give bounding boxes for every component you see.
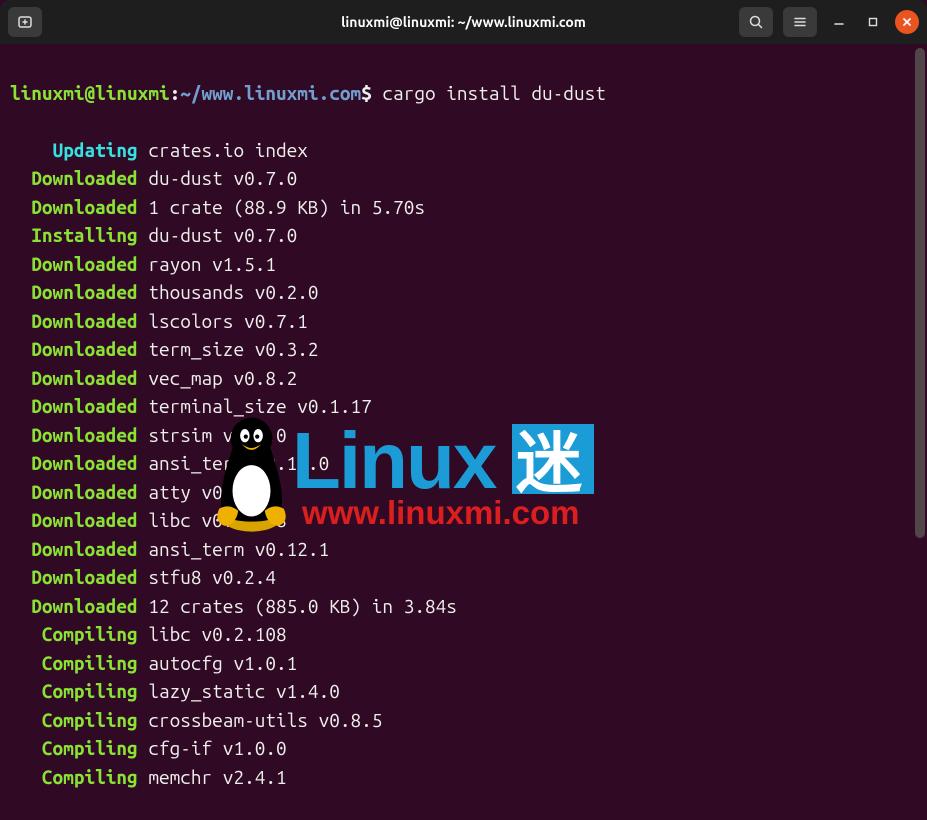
output-line: Compiling memchr v2.4.1	[10, 763, 917, 792]
search-button[interactable]	[739, 7, 773, 37]
status-message: lscolors v0.7.1	[148, 310, 308, 332]
close-icon	[901, 16, 913, 28]
menu-button[interactable]	[783, 7, 817, 37]
close-button[interactable]	[895, 10, 919, 34]
output-line: Downloaded 12 crates (885.0 KB) in 3.84s	[10, 592, 917, 621]
status-message: rayon v1.5.1	[148, 253, 276, 275]
status-word: Downloaded	[31, 452, 137, 474]
status-word: Updating	[53, 139, 138, 161]
status-word: Downloaded	[31, 196, 137, 218]
status-message: term_size v0.3.2	[148, 338, 318, 360]
maximize-button[interactable]	[861, 10, 885, 34]
output-line: Compiling libc v0.2.108	[10, 620, 917, 649]
status-message: du-dust v0.7.0	[148, 224, 297, 246]
status-message: cfg-if v1.0.0	[148, 737, 286, 759]
output-line: Downloaded vec_map v0.8.2	[10, 364, 917, 393]
status-message: libc v0.2.108	[148, 509, 286, 531]
prompt-line: linuxmi@linuxmi:~/www.linuxmi.com$ cargo…	[10, 79, 917, 108]
terminal-body[interactable]: linuxmi@linuxmi:~/www.linuxmi.com$ cargo…	[0, 44, 927, 820]
status-word: Downloaded	[31, 395, 137, 417]
titlebar-right	[739, 7, 919, 37]
status-word: Downloaded	[31, 338, 137, 360]
status-word: Downloaded	[31, 253, 137, 275]
window-title: linuxmi@linuxmi: ~/www.linuxmi.com	[341, 14, 586, 30]
status-message: du-dust v0.7.0	[148, 167, 297, 189]
status-message: libc v0.2.108	[148, 623, 286, 645]
status-word: Downloaded	[31, 566, 137, 588]
output-line: Downloaded ansi_term v0.11.0	[10, 449, 917, 478]
status-word: Downloaded	[31, 595, 137, 617]
output-line: Downloaded terminal_size v0.1.17	[10, 392, 917, 421]
output-line: Compiling crossbeam-utils v0.8.5	[10, 706, 917, 735]
status-message: 1 crate (88.9 KB) in 5.70s	[148, 196, 425, 218]
prompt-user: linuxmi@linuxmi	[10, 82, 170, 104]
status-word: Compiling	[42, 623, 138, 645]
titlebar: linuxmi@linuxmi: ~/www.linuxmi.com	[0, 0, 927, 44]
status-word: Downloaded	[31, 538, 137, 560]
output-line: Downloaded ansi_term v0.12.1	[10, 535, 917, 564]
output-line: Downloaded libc v0.2.108	[10, 506, 917, 535]
status-word: Downloaded	[31, 424, 137, 446]
status-word: Downloaded	[31, 310, 137, 332]
status-word: Downloaded	[31, 281, 137, 303]
status-word: Downloaded	[31, 481, 137, 503]
output-line: Downloaded du-dust v0.7.0	[10, 164, 917, 193]
status-message: ansi_term v0.11.0	[148, 452, 329, 474]
output-line: Downloaded thousands v0.2.0	[10, 278, 917, 307]
status-message: crates.io index	[148, 139, 308, 161]
output-line: Downloaded 1 crate (88.9 KB) in 5.70s	[10, 193, 917, 222]
status-message: terminal_size v0.1.17	[148, 395, 371, 417]
status-word: Downloaded	[31, 367, 137, 389]
output-line: Downloaded rayon v1.5.1	[10, 250, 917, 279]
status-message: 12 crates (885.0 KB) in 3.84s	[148, 595, 457, 617]
output-line: Compiling lazy_static v1.4.0	[10, 677, 917, 706]
maximize-icon	[867, 16, 879, 28]
search-icon	[748, 14, 764, 30]
titlebar-left	[8, 7, 42, 37]
output-line: Downloaded lscolors v0.7.1	[10, 307, 917, 336]
status-message: vec_map v0.8.2	[148, 367, 297, 389]
output-line: Downloaded stfu8 v0.2.4	[10, 563, 917, 592]
status-word: Downloaded	[31, 509, 137, 531]
status-word: Compiling	[42, 709, 138, 731]
status-message: autocfg v1.0.1	[148, 652, 297, 674]
status-message: stfu8 v0.2.4	[148, 566, 276, 588]
hamburger-icon	[792, 14, 808, 30]
status-message: thousands v0.2.0	[148, 281, 318, 303]
status-word: Compiling	[42, 680, 138, 702]
output-line: Downloaded atty v0.2.14	[10, 478, 917, 507]
output-line: Installing du-dust v0.7.0	[10, 221, 917, 250]
status-message: strsim v0.8.0	[148, 424, 286, 446]
status-word: Installing	[31, 224, 137, 246]
output-line: Downloaded strsim v0.8.0	[10, 421, 917, 450]
output-line: Downloaded term_size v0.3.2	[10, 335, 917, 364]
scrollbar-thumb[interactable]	[915, 48, 925, 538]
command-text: cargo install du-dust	[382, 82, 605, 104]
output-line: Compiling autocfg v1.0.1	[10, 649, 917, 678]
minimize-icon	[833, 16, 845, 28]
status-word: Compiling	[42, 737, 138, 759]
minimize-button[interactable]	[827, 10, 851, 34]
status-message: atty v0.2.14	[148, 481, 276, 503]
status-message: memchr v2.4.1	[148, 766, 286, 788]
status-message: crossbeam-utils v0.8.5	[148, 709, 382, 731]
new-tab-button[interactable]	[8, 7, 42, 37]
output-line: Compiling cfg-if v1.0.0	[10, 734, 917, 763]
status-message: ansi_term v0.12.1	[148, 538, 329, 560]
status-word: Downloaded	[31, 167, 137, 189]
status-message: lazy_static v1.4.0	[148, 680, 340, 702]
status-word: Compiling	[42, 652, 138, 674]
prompt-dollar: $	[361, 82, 372, 104]
status-word: Compiling	[42, 766, 138, 788]
output-line: Updating crates.io index	[10, 136, 917, 165]
prompt-path: ~/www.linuxmi.com	[180, 82, 361, 104]
